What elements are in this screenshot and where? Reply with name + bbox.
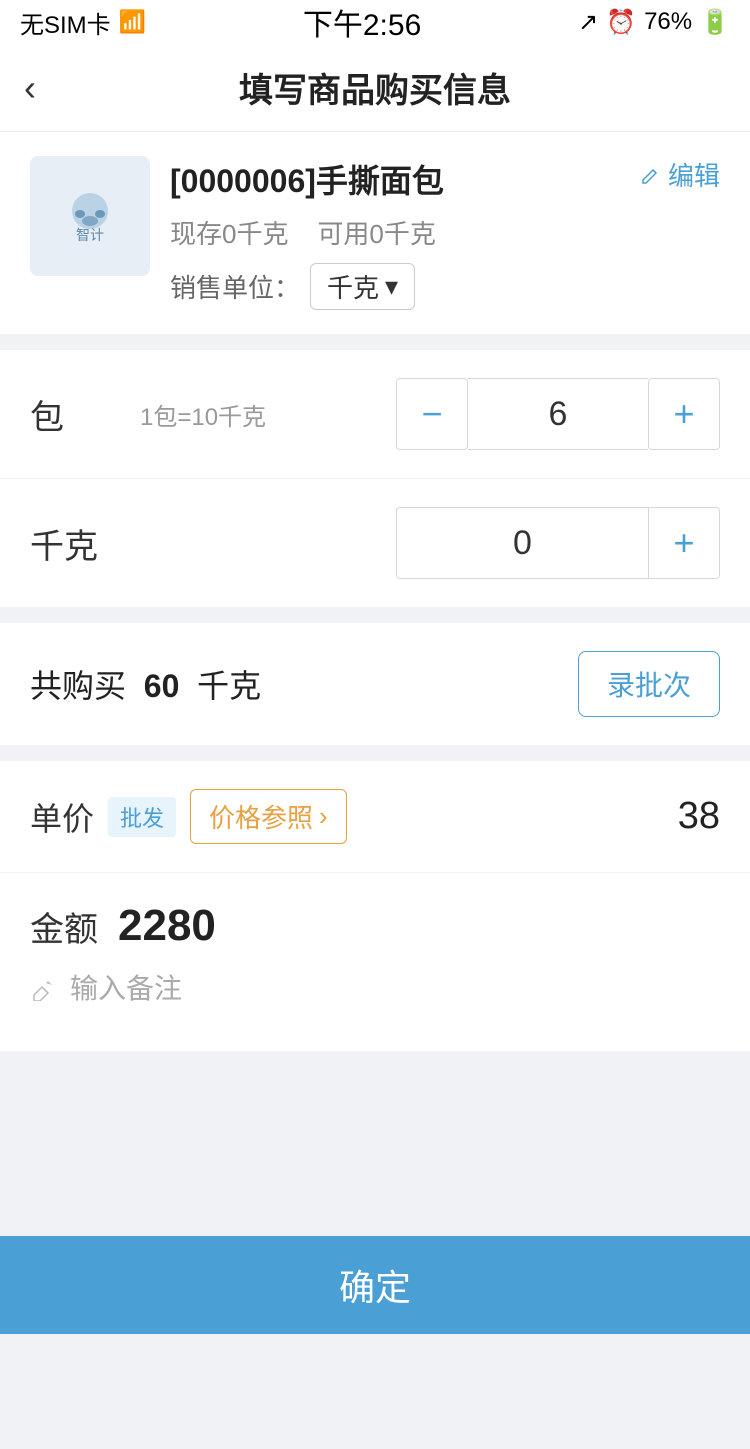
amount-row: 金额 2280 [30,901,720,951]
kg-input[interactable] [396,507,648,579]
product-card: 智计 [0000006]手撕面包 编辑 现存0千克 可用0千克 [0,132,750,334]
product-image: 智计 [30,156,150,276]
price-section: 单价 批发 价格参照 › 38 金额 2280 输入备注 [0,761,750,1051]
chevron-right-icon: › [319,801,328,832]
product-info: [0000006]手撕面包 编辑 现存0千克 可用0千克 销售单位： [170,156,720,310]
kg-controls: + [396,507,720,579]
product-name: [0000006]手撕面包 [170,156,444,202]
page-title: 填写商品购买信息 [239,63,511,112]
price-row: 单价 批发 价格参照 › 38 [0,761,750,873]
quantity-section: 包 1包=10千克 − + 千克 + [0,350,750,607]
sim-status: 无SIM卡 [20,5,111,40]
alarm-icon: ⏰ [606,8,636,37]
confirm-bar[interactable]: 确定 [0,1236,750,1334]
battery-icon: 🔋 [700,8,730,37]
amount-label: 金额 [30,902,98,951]
status-right: ↗ ⏰ 76% 🔋 [578,8,730,37]
price-label: 单价 [30,794,94,840]
bao-row: 包 1包=10千克 − + [0,350,750,479]
confirm-button[interactable]: 确定 [339,1259,411,1311]
nav-bar: ‹ 填写商品购买信息 [0,44,750,132]
product-stock: 现存0千克 可用0千克 [170,214,720,251]
svg-text:智计: 智计 [76,227,104,243]
bao-input[interactable] [468,378,648,450]
status-left: 无SIM卡 📶 [20,5,146,40]
product-logo-icon: 智计 [60,186,120,246]
bao-minus-button[interactable]: − [396,378,468,450]
price-ref-button[interactable]: 价格参照 › [190,789,347,844]
amount-section: 金额 2280 输入备注 [0,873,750,1035]
kg-plus-button[interactable]: + [648,507,720,579]
note-placeholder: 输入备注 [70,967,182,1007]
edit-button[interactable]: 编辑 [640,156,720,193]
total-text: 共购买 60 千克 [30,661,261,707]
price-value: 38 [678,795,720,838]
bao-controls: − + [396,378,720,450]
location-icon: ↗ [578,8,598,37]
wifi-icon: 📶 [119,9,146,35]
total-amount: 60 [144,668,180,704]
amount-value: 2280 [118,901,216,951]
unit-select[interactable]: 千克 ▾ [310,263,415,310]
batch-button[interactable]: 录批次 [578,651,720,717]
chevron-down-icon: ▾ [385,271,398,302]
price-left: 单价 批发 价格参照 › [30,789,347,844]
price-badge: 批发 [108,797,176,837]
bao-label: 包 [30,390,130,439]
kg-label: 千克 [30,519,130,568]
note-row[interactable]: 输入备注 [30,967,720,1007]
battery-level: 76% [644,8,692,36]
bao-plus-button[interactable]: + [648,378,720,450]
product-unit-row: 销售单位： 千克 ▾ [170,263,720,310]
status-bar: 无SIM卡 📶 下午2:56 ↗ ⏰ 76% 🔋 [0,0,750,44]
back-button[interactable]: ‹ [24,67,36,109]
total-row: 共购买 60 千克 录批次 [0,623,750,745]
status-time: 下午2:56 [303,0,421,44]
pencil-icon [30,973,58,1001]
edit-icon [640,164,662,186]
bao-hint: 1包=10千克 [140,397,396,432]
kg-row: 千克 + [0,479,750,607]
